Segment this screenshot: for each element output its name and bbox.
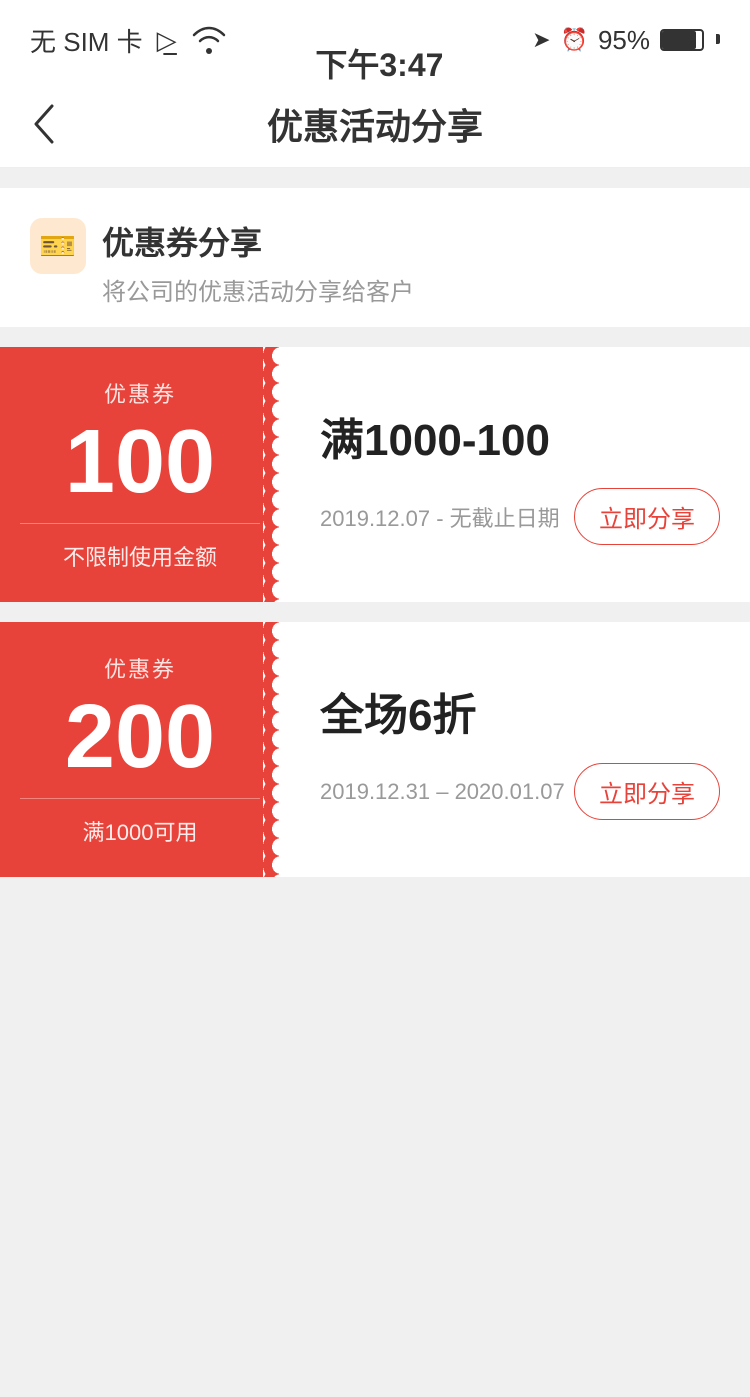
coupon-condition-2: 满1000可用 [83,815,198,847]
coupon-card-1: 优惠券 100 不限制使用金额 满1000-100 2019.12.07 - 无… [0,347,750,602]
battery-percent: 95% [598,25,650,56]
coupon-icon: 🎫 [30,218,86,274]
coupon-right-1: 满1000-100 2019.12.07 - 无截止日期 立即分享 [280,347,750,602]
coupon-footer-2: 2019.12.31 – 2020.01.07 立即分享 [320,763,720,820]
coupon-divider-2 [20,798,260,799]
wifi-icon: ▷̲ [157,25,177,56]
wifi-icon-svg [191,26,227,54]
alarm-icon: ⏰ [561,27,588,53]
section-text: 优惠券分享 将公司的优惠活动分享给客户 [102,218,414,307]
coupon-left-1: 优惠券 100 不限制使用金额 [0,347,280,602]
coupon-label-2: 优惠券 [104,652,176,684]
battery-icon [660,29,704,51]
status-bar: 无 SIM 卡 ▷̲ 下午3:47 ➤ ⏰ 95% [0,0,750,80]
coupon-divider-1 [20,523,260,524]
section-header: 🎫 优惠券分享 将公司的优惠活动分享给客户 [0,188,750,327]
carrier-text: 无 SIM 卡 [30,22,143,59]
share-button-1[interactable]: 立即分享 [574,488,720,545]
coupon-footer-1: 2019.12.07 - 无截止日期 立即分享 [320,488,720,545]
coupon-list: 优惠券 100 不限制使用金额 满1000-100 2019.12.07 - 无… [0,347,750,897]
nav-bar: 优惠活动分享 [0,80,750,168]
back-button[interactable] [30,100,58,148]
coupon-name-1: 满1000-100 [320,404,720,468]
section-subtitle: 将公司的优惠活动分享给客户 [102,272,414,307]
coupon-amount-1: 100 [65,417,215,507]
coupon-left-2: 优惠券 200 满1000可用 [0,622,280,877]
bottom-area [0,897,750,1397]
page-title: 优惠活动分享 [267,98,483,150]
share-button-2[interactable]: 立即分享 [574,763,720,820]
coupon-label-1: 优惠券 [104,377,176,409]
section-title: 优惠券分享 [102,218,414,264]
coupon-card-2: 优惠券 200 满1000可用 全场6折 2019.12.31 – 2020.0… [0,622,750,877]
status-right: ➤ ⏰ 95% [532,25,720,56]
battery-tip [716,34,720,44]
coupon-date-2: 2019.12.31 – 2020.01.07 [320,779,565,805]
coupon-date-1: 2019.12.07 - 无截止日期 [320,501,560,533]
coupon-condition-1: 不限制使用金额 [63,540,217,572]
coupon-icon-glyph: 🎫 [39,229,76,264]
status-left: 无 SIM 卡 ▷̲ [30,22,227,59]
coupon-right-2: 全场6折 2019.12.31 – 2020.01.07 立即分享 [280,622,750,877]
coupon-name-2: 全场6折 [320,679,720,743]
coupon-amount-2: 200 [65,692,215,782]
location-icon: ➤ [532,27,550,53]
